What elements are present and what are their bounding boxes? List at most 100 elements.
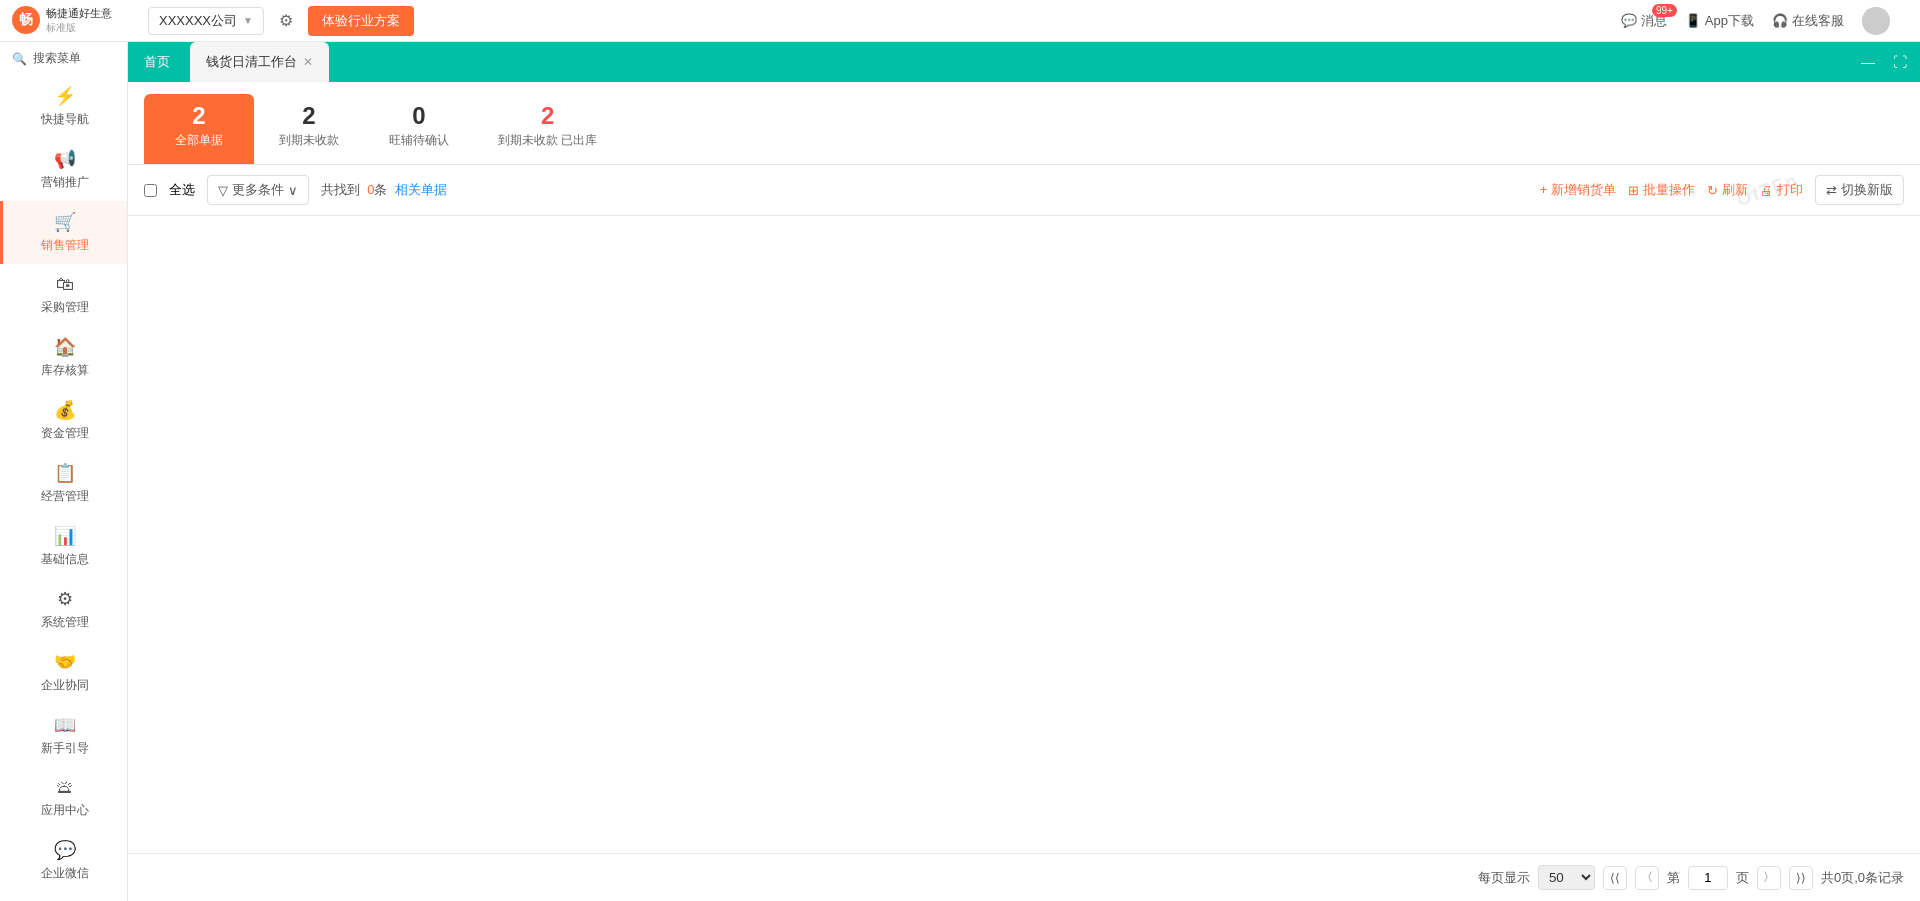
sidebar-label: 基础信息 <box>41 551 89 568</box>
sidebar-icon: 📋 <box>54 462 76 484</box>
message-button[interactable]: 💬 消息 99+ <box>1621 12 1667 30</box>
top-bar: 畅 畅捷通好生意 标准版 XXXXXX公司 ▼ ⚙ 体验行业方案 💬 消息 99… <box>0 0 1920 42</box>
last-page-button[interactable]: ⟩⟩ <box>1789 866 1813 890</box>
sidebar-icon: 🛍 <box>56 274 74 295</box>
sidebar-label: 库存核算 <box>41 362 89 379</box>
sidebar-icon: 💬 <box>54 839 76 861</box>
refresh-button[interactable]: ↻ 刷新 <box>1707 181 1748 199</box>
download-icon: 📱 <box>1685 13 1701 28</box>
avatar[interactable] <box>1862 7 1890 35</box>
sidebar-icon: 💰 <box>54 399 76 421</box>
sidebar-icon: ⚡ <box>54 85 76 107</box>
stat-label-overdue: 到期未收款 <box>279 132 339 149</box>
sidebar-item-采购管理[interactable]: 🛍 采购管理 <box>0 264 127 326</box>
stat-num-pending: 0 <box>412 102 425 130</box>
main-layout: 🔍 搜索菜单 ⚡ 快捷导航 📢 营销推广 🛒 销售管理 🛍 采购管理 🏠 库存核… <box>0 42 1920 901</box>
company-name: XXXXXX公司 <box>159 12 237 30</box>
message-badge: 99+ <box>1652 4 1677 17</box>
sidebar-icon: 🛎 <box>56 777 74 798</box>
sidebar-label: 企业协同 <box>41 677 89 694</box>
stat-label-all: 全部单据 <box>175 132 223 149</box>
sidebar-icon: 📖 <box>54 714 76 736</box>
sidebar-item-基础信息[interactable]: 📊 基础信息 <box>0 515 127 578</box>
experience-button[interactable]: 体验行业方案 <box>308 6 414 36</box>
sidebar-item-经营管理[interactable]: 📋 经营管理 <box>0 452 127 515</box>
message-icon: 💬 <box>1621 13 1637 28</box>
toolbar: 全选 ▽ 更多条件 ∨ 共找到 0条 相关单据 + 新增销货单 ⊞ <box>128 165 1920 216</box>
select-all-label: 全选 <box>169 181 195 199</box>
sidebar-item-系统管理[interactable]: ⚙ 系统管理 <box>0 578 127 641</box>
sidebar-label: 快捷导航 <box>41 111 89 128</box>
filter-icon: ▽ <box>218 183 228 198</box>
select-all-checkbox[interactable] <box>144 184 157 197</box>
sidebar-item-畅会员[interactable]: 🎖 畅会员 <box>0 892 127 901</box>
sidebar-item-销售管理[interactable]: 🛒 销售管理 <box>0 201 127 264</box>
first-page-button[interactable]: ⟨⟨ <box>1603 866 1627 890</box>
logo-area: 畅 畅捷通好生意 标准版 <box>12 6 140 34</box>
batch-operation-button[interactable]: ⊞ 批量操作 <box>1628 181 1695 199</box>
total-label: 共0页,0条记录 <box>1821 869 1904 887</box>
sidebar-label: 企业微信 <box>41 865 89 882</box>
app-download-button[interactable]: 📱 App下载 <box>1685 12 1754 30</box>
next-page-button[interactable]: 〉 <box>1757 866 1781 890</box>
add-sale-order-button[interactable]: + 新增销货单 <box>1540 181 1616 199</box>
sidebar-item-资金管理[interactable]: 💰 资金管理 <box>0 389 127 452</box>
per-page-select[interactable]: 50 100 200 <box>1538 865 1595 890</box>
page-number-input[interactable] <box>1688 866 1728 890</box>
settings-icon[interactable]: ⚙ <box>272 7 300 35</box>
prev-page-button[interactable]: 〈 <box>1635 866 1659 890</box>
sidebar-label: 新手引导 <box>41 740 89 757</box>
sidebar-label: 销售管理 <box>41 237 89 254</box>
sidebar-item-新手引导[interactable]: 📖 新手引导 <box>0 704 127 767</box>
service-icon: 🎧 <box>1772 13 1788 28</box>
stat-label-pending: 旺辅待确认 <box>389 132 449 149</box>
sidebar-item-快捷导航[interactable]: ⚡ 快捷导航 <box>0 75 127 138</box>
sidebar-search[interactable]: 🔍 搜索菜单 <box>0 42 127 75</box>
sidebar-item-企业协同[interactable]: 🤝 企业协同 <box>0 641 127 704</box>
stat-tab-pending[interactable]: 0 旺辅待确认 <box>364 94 474 164</box>
stat-tab-shipped[interactable]: 2 到期未收款 已出库 <box>474 94 621 164</box>
sidebar-icon: 📢 <box>54 148 76 170</box>
tab-maximize-icon[interactable]: ⛶ <box>1888 50 1912 74</box>
sidebar-icon: 📊 <box>54 525 76 547</box>
sidebar-label: 系统管理 <box>41 614 89 631</box>
sidebar-label: 采购管理 <box>41 299 89 316</box>
tab-home[interactable]: 首页 <box>128 42 186 82</box>
sidebar-label: 经营管理 <box>41 488 89 505</box>
company-selector[interactable]: XXXXXX公司 ▼ <box>148 7 264 35</box>
stat-tab-all[interactable]: 2 全部单据 <box>144 94 254 164</box>
tab-minimize-icon[interactable]: — <box>1856 50 1880 74</box>
top-right-actions: 💬 消息 99+ 📱 App下载 🎧 在线客服 <box>1621 7 1908 35</box>
print-button[interactable]: 🖨 打印 <box>1760 181 1803 199</box>
found-text: 共找到 0条 相关单据 <box>321 181 447 199</box>
refresh-icon: ↻ <box>1707 183 1718 198</box>
stat-num-shipped: 2 <box>541 102 554 130</box>
toolbar-right: + 新增销货单 ⊞ 批量操作 ↻ 刷新 🖨 打印 ⇄ <box>1540 175 1904 205</box>
related-docs-link[interactable]: 相关单据 <box>395 182 447 197</box>
pagination-bar: 每页显示 50 100 200 ⟨⟨ 〈 第 页 〉 ⟩⟩ 共0页,0条记录 <box>128 853 1920 901</box>
stat-label-shipped: 到期未收款 已出库 <box>498 132 597 149</box>
per-page-label: 每页显示 <box>1478 869 1530 887</box>
sidebar-item-企业微信[interactable]: 💬 企业微信 <box>0 829 127 892</box>
sidebar-item-应用中心[interactable]: 🛎 应用中心 <box>0 767 127 829</box>
sidebar-item-库存核算[interactable]: 🏠 库存核算 <box>0 326 127 389</box>
sidebar-items: ⚡ 快捷导航 📢 营销推广 🛒 销售管理 🛍 采购管理 🏠 库存核算 💰 资金管… <box>0 75 127 901</box>
online-service-button[interactable]: 🎧 在线客服 <box>1772 12 1844 30</box>
filter-button[interactable]: ▽ 更多条件 ∨ <box>207 175 309 205</box>
stat-tab-overdue[interactable]: 2 到期未收款 <box>254 94 364 164</box>
switch-icon: ⇄ <box>1826 183 1837 198</box>
chevron-down-icon: ∨ <box>288 183 298 198</box>
tab-work-station[interactable]: 钱货日清工作台 ✕ <box>190 42 329 82</box>
tab-close-icon[interactable]: ✕ <box>303 55 313 69</box>
switch-version-button[interactable]: ⇄ 切换新版 <box>1815 175 1904 205</box>
sidebar-icon: 🛒 <box>54 211 76 233</box>
sidebar-label: 资金管理 <box>41 425 89 442</box>
main-content: 首页 钱货日清工作台 ✕ — ⛶ 2 全部单据 2 到期未收款 <box>128 42 1920 901</box>
sidebar-item-营销推广[interactable]: 📢 营销推广 <box>0 138 127 201</box>
page-unit-label: 页 <box>1736 869 1749 887</box>
sidebar-label: 应用中心 <box>41 802 89 819</box>
content-area <box>128 216 1920 853</box>
tab-bar: 首页 钱货日清工作台 ✕ — ⛶ <box>128 42 1920 82</box>
print-icon: 🖨 <box>1760 183 1773 198</box>
sidebar-icon: 🏠 <box>54 336 76 358</box>
